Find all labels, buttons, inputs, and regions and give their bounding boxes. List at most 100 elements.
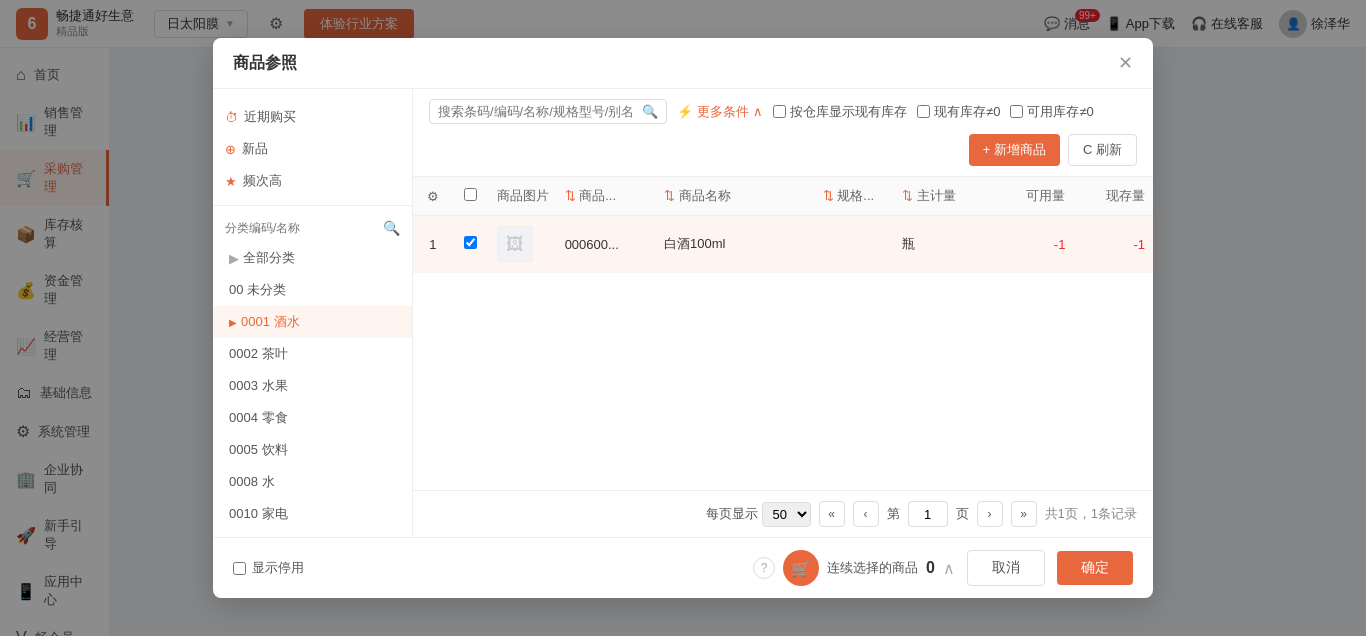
row-stock: -1 [1073, 216, 1153, 273]
col-code-header: ⇅ 商品... [557, 177, 656, 216]
new-icon: ⊕ [225, 142, 236, 157]
cat-appliance[interactable]: 0010 家电 [213, 498, 412, 530]
col-name-header: ⇅ 商品名称 [656, 177, 815, 216]
modal-overlay: 商品参照 ✕ ⏱ 近期购买 ⊕ 新品 ★ 频次高 [0, 0, 1366, 636]
cat-appliance-label: 0010 家电 [229, 505, 288, 523]
unit-sort-icon: ⇅ [902, 188, 913, 203]
modal-footer: 显示停用 ? 🛒 连续选择的商品 0 ∧ 取消 确定 [213, 537, 1153, 598]
cart-count: 0 [926, 559, 935, 577]
filter-arrow-icon: ∧ [753, 104, 763, 119]
col-spec-header: ⇅ 规格... [815, 177, 895, 216]
row-unit: 瓶 [894, 216, 974, 273]
settings-icon[interactable]: ⚙ [427, 189, 439, 204]
category-search-icon[interactable]: 🔍 [383, 220, 400, 236]
row-spec [815, 216, 895, 273]
usable-stock-checkbox[interactable] [1010, 105, 1023, 118]
refresh-button[interactable]: C 刷新 [1068, 134, 1137, 166]
product-image: 🖼 [497, 226, 533, 262]
available-stock-checkbox[interactable] [917, 105, 930, 118]
row-num: 1 [413, 216, 453, 273]
modal-toolbar: 🔍 ⚡ 更多条件 ∧ 按仓库显示现有库存 现有库存≠0 [413, 89, 1153, 177]
category-search-input[interactable] [225, 221, 377, 235]
last-page-button[interactable]: » [1011, 501, 1037, 527]
row-code: 000600... [557, 216, 656, 273]
product-reference-modal: 商品参照 ✕ ⏱ 近期购买 ⊕ 新品 ★ 频次高 [213, 38, 1153, 598]
search-box: 🔍 [429, 99, 667, 124]
frequent-item[interactable]: ★ 频次高 [213, 165, 412, 197]
select-all-checkbox[interactable] [464, 188, 477, 201]
check-usable-stock[interactable]: 可用库存≠0 [1010, 103, 1093, 121]
cat-uncategorized-label: 00 未分类 [229, 281, 286, 299]
prev-page-button[interactable]: ‹ [853, 501, 879, 527]
cat-tea-label: 0002 茶叶 [229, 345, 288, 363]
cat-water-label: 0008 水 [229, 473, 275, 491]
cat-snack-label: 0004 零食 [229, 409, 288, 427]
per-page-label: 每页显示 [706, 505, 758, 523]
cat-snack[interactable]: 0004 零食 [213, 402, 412, 434]
recent-purchase-item[interactable]: ⏱ 近期购买 [213, 101, 412, 133]
check-available-stock[interactable]: 现有库存≠0 [917, 103, 1000, 121]
warehouse-checkbox[interactable] [773, 105, 786, 118]
confirm-button[interactable]: 确定 [1057, 551, 1133, 585]
toolbar-actions: + 新增商品 C 刷新 [969, 134, 1137, 166]
recent-icon: ⏱ [225, 110, 238, 125]
new-label: 新品 [242, 140, 268, 158]
page-input[interactable] [908, 501, 948, 527]
close-icon[interactable]: ✕ [1118, 52, 1133, 74]
cat-liquor[interactable]: ▶ 0001 酒水 [213, 306, 412, 338]
show-disabled-checkbox[interactable] [233, 562, 246, 575]
next-page-button[interactable]: › [977, 501, 1003, 527]
cat-uncategorized[interactable]: 00 未分类 [213, 274, 412, 306]
spec-sort-icon: ⇅ [823, 188, 834, 203]
cat-water[interactable]: 0008 水 [213, 466, 412, 498]
row-image-cell: 🖼 [489, 216, 557, 273]
show-disabled-label: 显示停用 [252, 559, 304, 577]
first-page-button[interactable]: « [819, 501, 845, 527]
name-sort-icon: ⇅ [664, 188, 675, 203]
col-image-header: 商品图片 [489, 177, 557, 216]
row-name: 白酒100ml [656, 216, 815, 273]
filter-icon: ⚡ [677, 104, 693, 119]
check-by-warehouse[interactable]: 按仓库显示现有库存 [773, 103, 907, 121]
table-header-row: ⚙ 商品图片 ⇅ 商品... [413, 177, 1153, 216]
per-page-select: 每页显示 50 [706, 502, 811, 527]
cat-all[interactable]: ▶ 全部分类 [213, 242, 412, 274]
category-search-area: 🔍 [213, 214, 412, 242]
collapse-icon[interactable]: ∧ [943, 559, 955, 578]
modal-header: 商品参照 ✕ [213, 38, 1153, 89]
col-unit-header: ⇅ 主计量 [894, 177, 974, 216]
new-product-item[interactable]: ⊕ 新品 [213, 133, 412, 165]
search-input[interactable] [438, 104, 638, 119]
cat-beverage-label: 0005 饮料 [229, 441, 288, 459]
cat-fruit[interactable]: 0003 水果 [213, 370, 412, 402]
cart-label: 连续选择的商品 [827, 559, 918, 577]
product-table-container: ⚙ 商品图片 ⇅ 商品... [413, 177, 1153, 490]
pagination: 每页显示 50 « ‹ 第 页 › » 共1页，1条记录 [413, 490, 1153, 537]
per-page-dropdown[interactable]: 50 [762, 502, 811, 527]
help-icon[interactable]: ? [753, 557, 775, 579]
category-list: ▶ 全部分类 00 未分类 ▶ 0001 酒水 0002 茶叶 0003 水果 [213, 242, 412, 530]
row-checkbox[interactable] [464, 236, 477, 249]
cat-liquor-label: 0001 酒水 [241, 313, 300, 331]
page-suffix: 页 [956, 505, 969, 523]
cat-fruit-label: 0003 水果 [229, 377, 288, 395]
search-icon[interactable]: 🔍 [642, 104, 658, 119]
filter-more-button[interactable]: ⚡ 更多条件 ∧ [677, 103, 763, 121]
table-row[interactable]: 1 🖼 000600... 白酒100ml 瓶 [413, 216, 1153, 273]
warehouse-checkbox-label: 按仓库显示现有库存 [790, 103, 907, 121]
modal-main: 🔍 ⚡ 更多条件 ∧ 按仓库显示现有库存 现有库存≠0 [413, 89, 1153, 537]
sidebar-divider [213, 205, 412, 206]
star-icon: ★ [225, 174, 237, 189]
cat-tea[interactable]: 0002 茶叶 [213, 338, 412, 370]
cat-beverage[interactable]: 0005 饮料 [213, 434, 412, 466]
frequent-label: 频次高 [243, 172, 282, 190]
cart-area: ? 🛒 连续选择的商品 0 ∧ [753, 550, 955, 586]
usable-stock-label: 可用库存≠0 [1027, 103, 1093, 121]
show-disabled-toggle[interactable]: 显示停用 [233, 559, 304, 577]
col-settings-header: ⚙ [413, 177, 453, 216]
add-product-button[interactable]: + 新增商品 [969, 134, 1060, 166]
cart-button[interactable]: 🛒 [783, 550, 819, 586]
cancel-button[interactable]: 取消 [967, 550, 1045, 586]
cat-all-label: 全部分类 [243, 249, 295, 267]
col-avail-header: 可用量 [974, 177, 1073, 216]
